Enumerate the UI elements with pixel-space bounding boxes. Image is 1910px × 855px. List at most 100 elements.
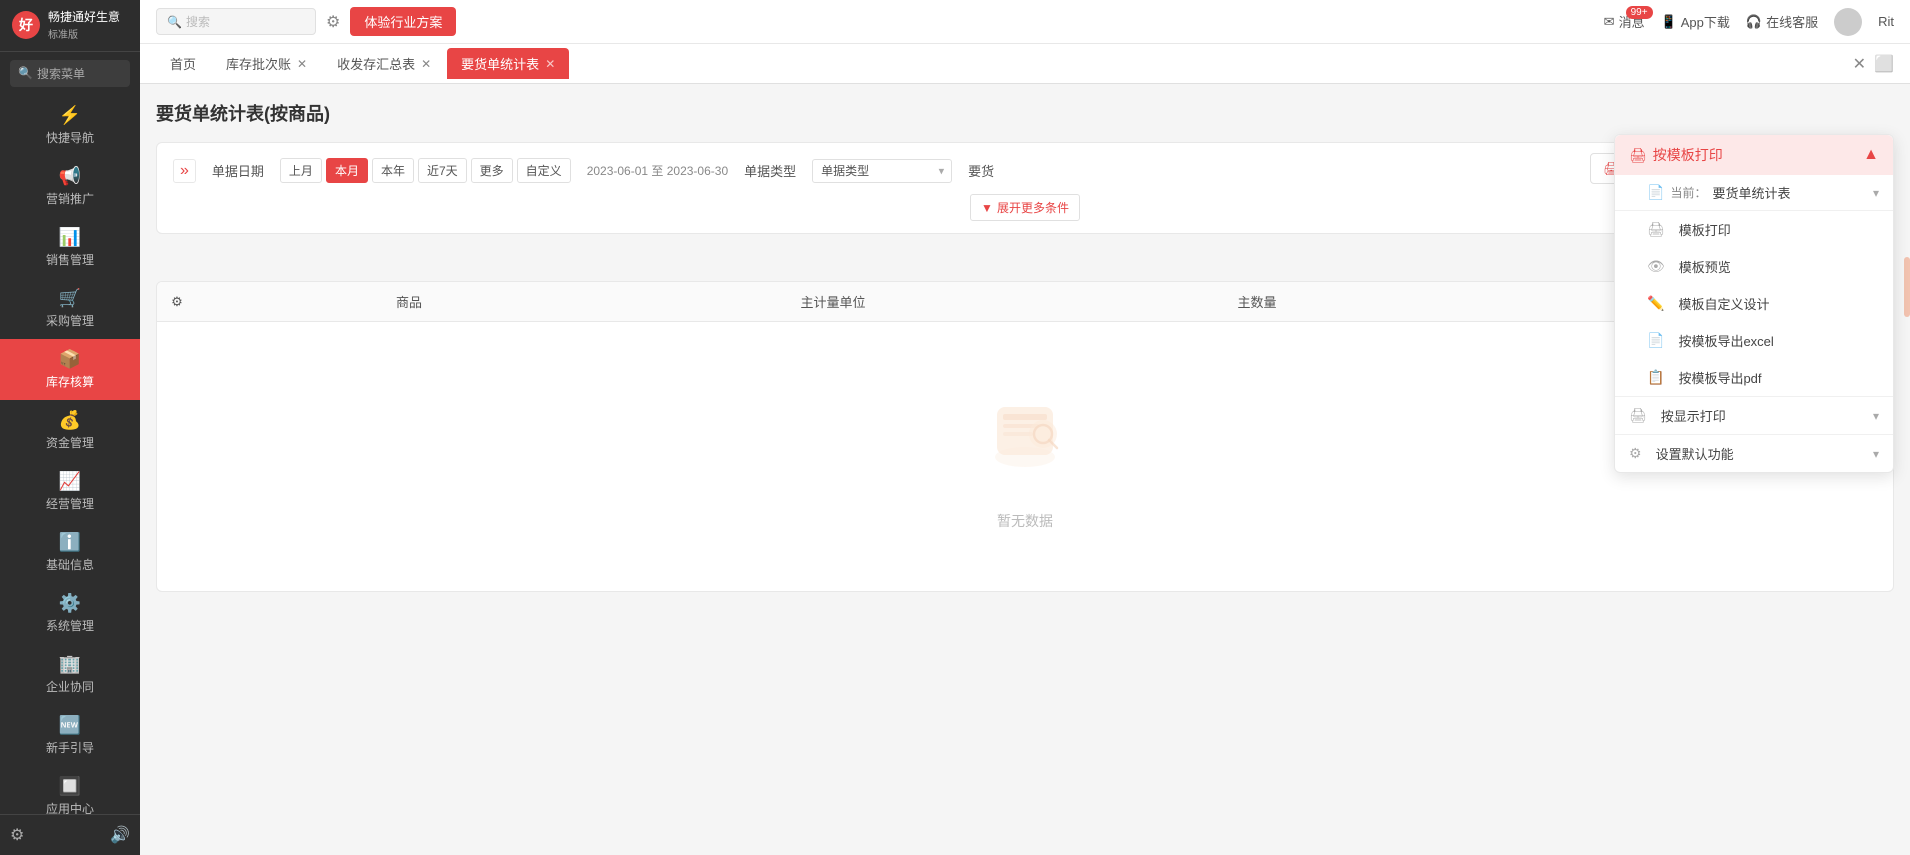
sidebar-item-label: 新手引导 bbox=[46, 739, 94, 756]
current-template-icon: 📄 bbox=[1647, 184, 1664, 201]
th-unit: 主计量单位 bbox=[621, 282, 1045, 321]
online-service-label: 在线客服 bbox=[1766, 12, 1818, 31]
search-placeholder: 搜索 bbox=[186, 13, 210, 30]
filter-toggle-btn[interactable]: » bbox=[173, 159, 196, 183]
template-preview-icon: 👁 bbox=[1647, 258, 1665, 275]
sidebar-item-system[interactable]: ⚙️ 系统管理 bbox=[0, 583, 140, 644]
search-menu-button[interactable]: 🔍 搜索菜单 bbox=[10, 60, 130, 87]
tab-inventory-batch[interactable]: 库存批次账 ✕ bbox=[212, 48, 321, 79]
message-btn[interactable]: ✉ 消息 99+ bbox=[1604, 12, 1645, 31]
basics-icon: ℹ️ bbox=[59, 532, 81, 553]
template-pdf-item[interactable]: 📋 按模板导出pdf bbox=[1615, 359, 1893, 396]
sidebar-item-inventory[interactable]: 📦 库存核算 bbox=[0, 339, 140, 400]
main-content: 🔍 搜索 ⚙ 体验行业方案 ✉ 消息 99+ 📱 App下载 🎧 在线客服 Ri… bbox=[140, 0, 1910, 855]
maximize-window-icon[interactable]: ⬜ bbox=[1874, 54, 1894, 74]
print-dropdown-close-btn[interactable]: ▲ bbox=[1863, 146, 1879, 164]
default-setting-item[interactable]: ⚙ 设置默认功能 ▾ bbox=[1615, 435, 1893, 472]
template-design-icon: ✏️ bbox=[1647, 295, 1664, 312]
date-this-month-btn[interactable]: 本月 bbox=[326, 158, 368, 183]
date-range-display: 2023-06-01 至 2023-06-30 bbox=[587, 162, 728, 179]
search-menu-label: 搜索菜单 bbox=[37, 65, 85, 82]
template-excel-label: 按模板导出excel bbox=[1678, 331, 1773, 350]
tab-order-stats[interactable]: 要货单统计表 ✕ bbox=[447, 48, 569, 79]
empty-text: 暂无数据 bbox=[997, 511, 1053, 531]
template-preview-item[interactable]: 👁 模板预览 bbox=[1615, 248, 1893, 285]
tab-home-label: 首页 bbox=[170, 54, 196, 73]
close-window-icon[interactable]: ✕ bbox=[1853, 54, 1866, 74]
page-body: 要货单统计表(按商品) 🖨 按模板打印 ▲ 📤 导出 🔄 刷新 bbox=[140, 84, 1910, 855]
search-icon: 🔍 bbox=[18, 66, 33, 80]
th-quantity: 主数量 bbox=[1045, 282, 1469, 321]
date-more-btn[interactable]: 更多 bbox=[471, 158, 513, 183]
current-arrow-icon: ▾ bbox=[1873, 186, 1879, 200]
sidebar-item-label: 销售管理 bbox=[46, 251, 94, 268]
sidebar-item-marketing[interactable]: 📢 营销推广 bbox=[0, 156, 140, 217]
th-settings[interactable]: ⚙ bbox=[157, 284, 197, 320]
date-custom-btn[interactable]: 自定义 bbox=[517, 158, 571, 183]
tab-order-stats-close[interactable]: ✕ bbox=[545, 57, 555, 71]
default-setting-arrow: ▾ bbox=[1873, 447, 1879, 461]
sidebar: 好 畅捷通好生意 标准版 🔍 搜索菜单 ⚡ 快捷导航 📢 营销推广 📊 销售管理… bbox=[0, 0, 140, 855]
sidebar-logo: 好 畅捷通好生意 标准版 bbox=[0, 0, 140, 52]
th-product: 商品 bbox=[197, 282, 621, 321]
settings-bottom-icon[interactable]: ⚙ bbox=[10, 825, 24, 845]
template-design-item[interactable]: ✏️ 模板自定义设计 bbox=[1615, 285, 1893, 322]
date-buttons: 上月 本月 本年 近7天 更多 自定义 bbox=[280, 158, 571, 183]
app-name-block: 畅捷通好生意 标准版 bbox=[48, 10, 120, 41]
tab-receivable-summary[interactable]: 收发存汇总表 ✕ bbox=[323, 48, 445, 79]
date-this-year-btn[interactable]: 本年 bbox=[372, 158, 414, 183]
tab-order-stats-label: 要货单统计表 bbox=[461, 54, 539, 73]
sidebar-item-operations[interactable]: 📈 经营管理 bbox=[0, 461, 140, 522]
sidebar-item-sales[interactable]: 📊 销售管理 bbox=[0, 217, 140, 278]
app-icon: 📱 bbox=[1661, 14, 1677, 30]
trial-btn[interactable]: 体验行业方案 bbox=[350, 7, 456, 36]
username: Rit bbox=[1878, 14, 1894, 29]
expand-more-conditions-btn[interactable]: ▼ 展开更多条件 bbox=[970, 194, 1080, 221]
sidebar-item-enterprise[interactable]: 🏢 企业协同 bbox=[0, 644, 140, 705]
print-dropdown-title-text: 按模板打印 bbox=[1653, 145, 1723, 165]
sidebar-item-label: 营销推广 bbox=[46, 190, 94, 207]
order-type-label: 要货 bbox=[968, 161, 994, 180]
sidebar-item-label: 系统管理 bbox=[46, 617, 94, 634]
shortcut-icon: ⚡ bbox=[59, 105, 81, 126]
display-print-item[interactable]: 🖨 按显示打印 ▾ bbox=[1615, 397, 1893, 434]
date-prev-month-btn[interactable]: 上月 bbox=[280, 158, 322, 183]
marketing-icon: 📢 bbox=[59, 166, 81, 187]
sidebar-item-purchase[interactable]: 🛒 采购管理 bbox=[0, 278, 140, 339]
sidebar-item-label: 应用中心 bbox=[46, 800, 94, 814]
display-print-label: 按显示打印 bbox=[1661, 406, 1726, 425]
template-excel-item[interactable]: 📄 按模板导出excel bbox=[1615, 322, 1893, 359]
tab-inventory-batch-close[interactable]: ✕ bbox=[297, 57, 307, 71]
type-select[interactable]: 单据类型 bbox=[812, 159, 952, 183]
sidebar-item-shortcut[interactable]: ⚡ 快捷导航 bbox=[0, 95, 140, 156]
sidebar-item-guide[interactable]: 🆕 新手引导 bbox=[0, 705, 140, 766]
sidebar-bottom: ⚙ 🔊 bbox=[0, 814, 140, 855]
scroll-thumb[interactable] bbox=[1904, 257, 1910, 317]
tab-home[interactable]: 首页 bbox=[156, 48, 210, 79]
print-dropdown-header: 🖨 按模板打印 ▲ bbox=[1615, 135, 1893, 175]
app-download-btn[interactable]: 📱 App下载 bbox=[1661, 12, 1730, 31]
date-last7days-btn[interactable]: 近7天 bbox=[418, 158, 467, 183]
topbar-gear-icon[interactable]: ⚙ bbox=[326, 12, 340, 32]
message-icon: ✉ bbox=[1604, 14, 1615, 30]
topbar-search[interactable]: 🔍 搜索 bbox=[156, 8, 316, 35]
template-print-item[interactable]: 🖨 模板打印 bbox=[1615, 211, 1893, 248]
sidebar-item-basics[interactable]: ℹ️ 基础信息 bbox=[0, 522, 140, 583]
audio-icon[interactable]: 🔊 bbox=[110, 825, 130, 845]
online-service-btn[interactable]: 🎧 在线客服 bbox=[1746, 12, 1818, 31]
app-download-label: App下载 bbox=[1681, 12, 1730, 31]
sidebar-item-finance[interactable]: 💰 资金管理 bbox=[0, 400, 140, 461]
sidebar-item-appstore[interactable]: 🔲 应用中心 bbox=[0, 766, 140, 814]
sidebar-nav: ⚡ 快捷导航 📢 营销推广 📊 销售管理 🛒 采购管理 📦 库存核算 💰 资金管… bbox=[0, 95, 140, 814]
operations-icon: 📈 bbox=[59, 471, 81, 492]
topbar-right: ✉ 消息 99+ 📱 App下载 🎧 在线客服 Rit bbox=[1604, 8, 1894, 36]
print-current-section: 📄 当前： 要货单统计表 ▾ bbox=[1615, 175, 1893, 211]
tab-receivable-summary-close[interactable]: ✕ bbox=[421, 57, 431, 71]
user-avatar[interactable] bbox=[1834, 8, 1862, 36]
window-controls: ✕ ⬜ bbox=[1853, 54, 1894, 74]
default-setting-section: ⚙ 设置默认功能 ▾ bbox=[1615, 435, 1893, 472]
expand-icon: ▼ bbox=[981, 201, 993, 215]
system-icon: ⚙️ bbox=[59, 593, 81, 614]
template-excel-icon: 📄 bbox=[1647, 332, 1664, 349]
empty-illustration bbox=[975, 382, 1075, 501]
